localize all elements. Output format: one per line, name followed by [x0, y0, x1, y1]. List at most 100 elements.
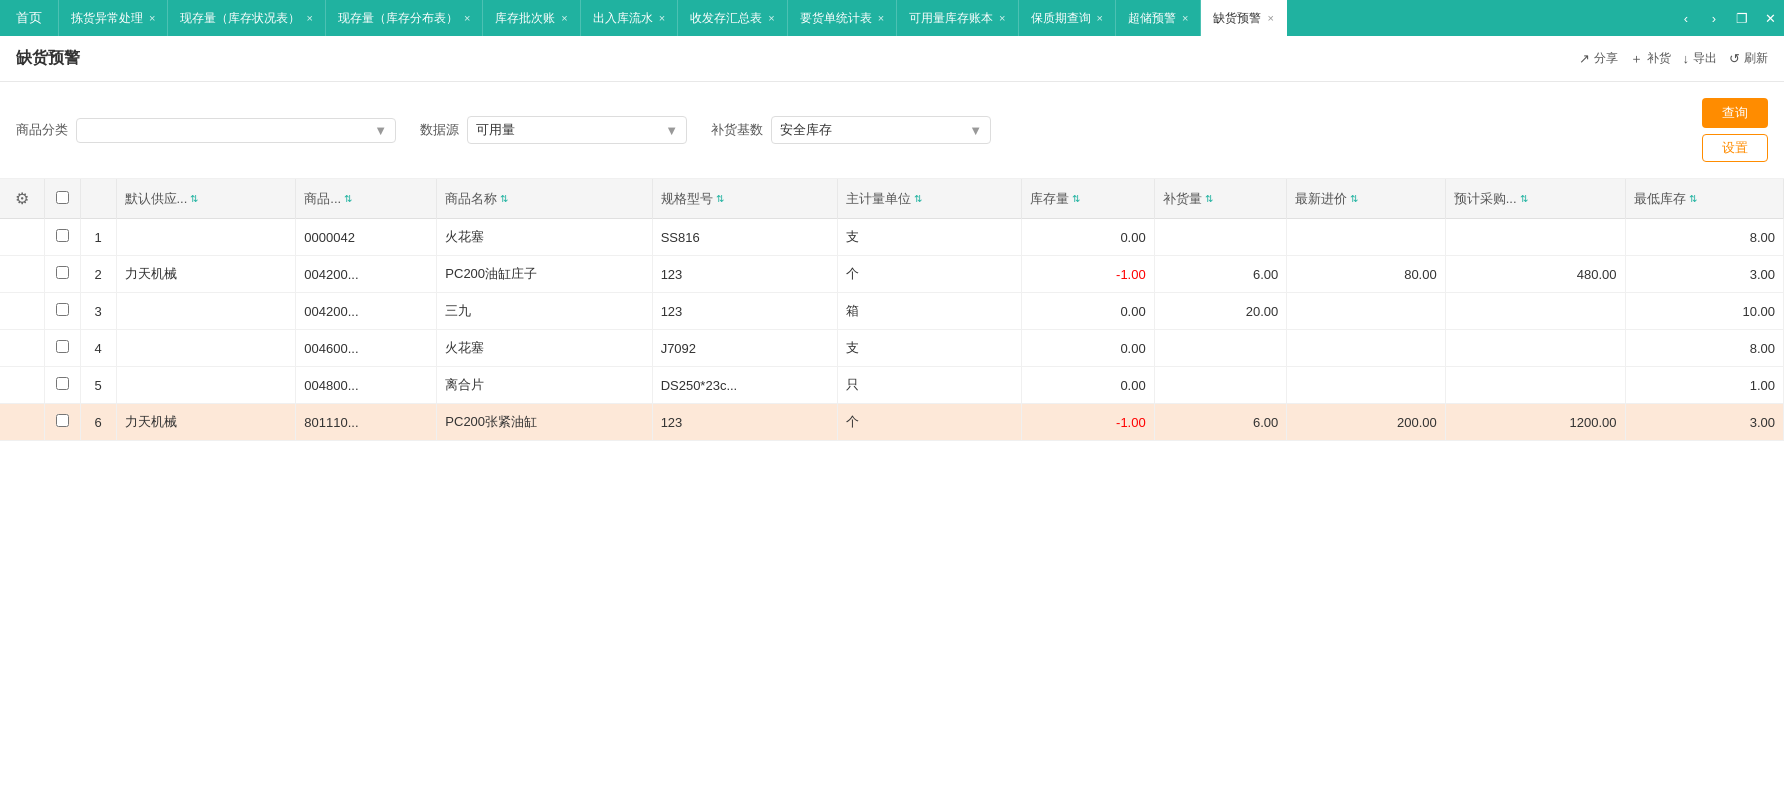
sort-code[interactable]: 商品... ⇅ [304, 190, 352, 208]
tab-close-icon[interactable]: × [149, 12, 155, 24]
category-select[interactable]: ▼ [76, 118, 396, 143]
gear-icon[interactable]: ⚙ [15, 190, 29, 207]
replenish-base-select[interactable]: 安全库存 ▼ [771, 116, 991, 144]
tab-stock-dist[interactable]: 现存量（库存分布表）× [326, 0, 483, 36]
cell-checkbox[interactable] [44, 404, 80, 441]
th-supplier[interactable]: 默认供应... ⇅ [116, 179, 296, 219]
cell-num: 3 [80, 293, 116, 330]
row-checkbox[interactable] [56, 303, 69, 316]
th-settings[interactable]: ⚙ [0, 179, 44, 219]
category-label: 商品分类 [16, 121, 68, 139]
cell-code: 801110... [296, 404, 437, 441]
refresh-btn[interactable]: ↺ 刷新 [1729, 50, 1768, 67]
th-code[interactable]: 商品... ⇅ [296, 179, 437, 219]
tab-label: 收发存汇总表 [690, 10, 762, 27]
th-min-stock[interactable]: 最低库存 ⇅ [1625, 179, 1783, 219]
row-checkbox[interactable] [56, 229, 69, 242]
sort-supplier[interactable]: 默认供应... ⇅ [125, 190, 199, 208]
cell-latest-price [1287, 367, 1445, 404]
tab-label: 库存批次账 [495, 10, 555, 27]
datasource-value: 可用量 [476, 121, 665, 139]
cell-supplier [116, 219, 296, 256]
export-btn[interactable]: ↓ 导出 [1683, 50, 1718, 67]
tab-close-icon[interactable]: × [768, 12, 774, 24]
tab-close-icon[interactable]: × [306, 12, 312, 24]
table-row: 3 004200... 三九 123 箱 0.00 20.00 10.00 [0, 293, 1784, 330]
tab-close-icon[interactable]: × [999, 12, 1005, 24]
replenish-btn[interactable]: ＋ 补货 [1630, 50, 1671, 68]
tab-close-icon[interactable]: × [464, 12, 470, 24]
row-checkbox[interactable] [56, 340, 69, 353]
tab-label: 出入库流水 [593, 10, 653, 27]
tab-expiry[interactable]: 保质期查询 × [1019, 0, 1116, 36]
datasource-arrow-icon: ▼ [665, 123, 678, 138]
tab-close-icon[interactable]: × [1097, 12, 1103, 24]
tab-restore-btn[interactable]: ❐ [1728, 0, 1756, 36]
th-name[interactable]: 商品名称 ⇅ [437, 179, 652, 219]
th-estimated-purchase[interactable]: 预计采购... ⇅ [1445, 179, 1625, 219]
th-unit[interactable]: 主计量单位 ⇅ [837, 179, 1021, 219]
settings-button[interactable]: 设置 [1702, 134, 1768, 162]
tab-overstock[interactable]: 超储预警× [1116, 0, 1201, 36]
row-checkbox[interactable] [56, 266, 69, 279]
tab-bar: 首页 拣货异常处理×现存量（库存状况表）×现存量（库存分布表）×库存批次账×出入… [0, 0, 1784, 36]
tab-prev-btn[interactable]: ‹ [1672, 0, 1700, 36]
cell-stock: 0.00 [1022, 367, 1155, 404]
sort-replenish[interactable]: 补货量 ⇅ [1163, 190, 1213, 208]
tab-close-btn[interactable]: ✕ [1756, 0, 1784, 36]
tab-label: 现存量（库存状况表） [180, 10, 300, 27]
th-stock[interactable]: 库存量 ⇅ [1022, 179, 1155, 219]
table-header-row: ⚙ 默认供应... ⇅ 商品... [0, 179, 1784, 219]
export-icon: ↓ [1683, 51, 1690, 66]
tab-label: 要货单统计表 [800, 10, 872, 27]
tab-close-icon[interactable]: × [1182, 12, 1188, 24]
th-latest-price[interactable]: 最新进价 ⇅ [1287, 179, 1445, 219]
tab-close-icon[interactable]: × [878, 12, 884, 24]
filter-actions: 查询 设置 [1702, 98, 1768, 162]
sort-name[interactable]: 商品名称 ⇅ [445, 190, 508, 208]
cell-latest-price [1287, 219, 1445, 256]
th-num [80, 179, 116, 219]
sort-min-stock[interactable]: 最低库存 ⇅ [1634, 190, 1697, 208]
cell-checkbox[interactable] [44, 330, 80, 367]
row-checkbox[interactable] [56, 377, 69, 390]
table-row: 1 0000042 火花塞 SS816 支 0.00 8.00 [0, 219, 1784, 256]
page-container: 缺货预警 ↗ 分享 ＋ 补货 ↓ 导出 ↺ 刷新 商品分类 [0, 36, 1784, 796]
tab-home[interactable]: 首页 [0, 0, 59, 36]
sort-estimated-purchase[interactable]: 预计采购... ⇅ [1454, 190, 1528, 208]
th-replenish[interactable]: 补货量 ⇅ [1154, 179, 1287, 219]
tab-batch-account[interactable]: 库存批次账 × [483, 0, 580, 36]
cell-checkbox[interactable] [44, 219, 80, 256]
tab-order-stats[interactable]: 要货单统计表 × [788, 0, 897, 36]
share-btn[interactable]: ↗ 分享 [1579, 50, 1618, 67]
tab-flow[interactable]: 出入库流水 × [581, 0, 678, 36]
tab-shortage[interactable]: 缺货预警× [1201, 0, 1286, 36]
tab-available-ledger[interactable]: 可用量库存账本× [897, 0, 1018, 36]
sort-spec[interactable]: 规格型号 ⇅ [661, 190, 724, 208]
tab-next-btn[interactable]: › [1700, 0, 1728, 36]
cell-min-stock: 3.00 [1625, 404, 1783, 441]
table-body: 1 0000042 火花塞 SS816 支 0.00 8.00 2 力天机械 0… [0, 219, 1784, 441]
sort-unit[interactable]: 主计量单位 ⇅ [846, 190, 922, 208]
query-button[interactable]: 查询 [1702, 98, 1768, 128]
table-row: 4 004600... 火花塞 J7092 支 0.00 8.00 [0, 330, 1784, 367]
sort-stock[interactable]: 库存量 ⇅ [1030, 190, 1080, 208]
cell-checkbox[interactable] [44, 256, 80, 293]
tab-close-icon[interactable]: × [1267, 12, 1273, 24]
filter-group-datasource: 数据源 可用量 ▼ [420, 116, 687, 144]
sort-latest-price[interactable]: 最新进价 ⇅ [1295, 190, 1358, 208]
tab-exception[interactable]: 拣货异常处理× [59, 0, 168, 36]
sort-estimated-purchase-icon: ⇅ [1520, 193, 1528, 204]
row-checkbox[interactable] [56, 414, 69, 427]
cell-stock: -1.00 [1022, 404, 1155, 441]
tab-stock-status[interactable]: 现存量（库存状况表） × [168, 0, 325, 36]
tab-close-icon[interactable]: × [561, 12, 567, 24]
tab-collect-summary[interactable]: 收发存汇总表 × [678, 0, 787, 36]
cell-checkbox[interactable] [44, 293, 80, 330]
tab-close-icon[interactable]: × [659, 12, 665, 24]
tab-label: 保质期查询 [1031, 10, 1091, 27]
select-all-checkbox[interactable] [56, 191, 69, 204]
datasource-select[interactable]: 可用量 ▼ [467, 116, 687, 144]
cell-checkbox[interactable] [44, 367, 80, 404]
th-spec[interactable]: 规格型号 ⇅ [652, 179, 837, 219]
